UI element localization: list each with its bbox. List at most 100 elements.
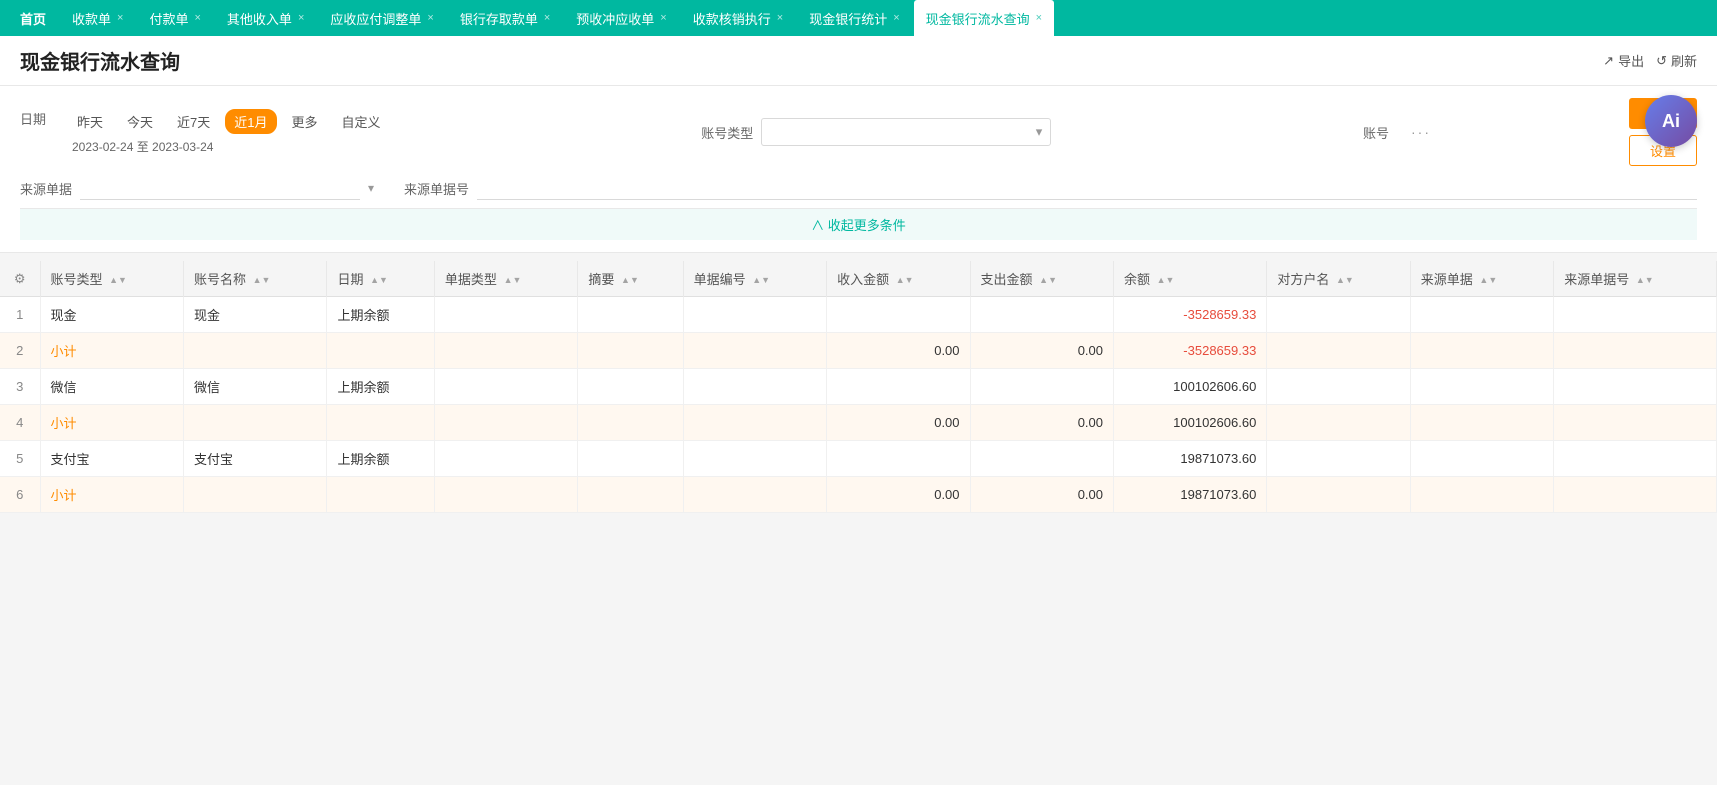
th-date[interactable]: 日期 ▲▼ bbox=[327, 261, 434, 297]
th-source-doc-label: 来源单据 bbox=[1421, 272, 1473, 287]
row-num: 4 bbox=[0, 405, 40, 441]
date-yesterday[interactable]: 昨天 bbox=[68, 109, 112, 134]
cell-expense bbox=[970, 441, 1113, 477]
cell-account-name bbox=[183, 333, 326, 369]
table-row[interactable]: 4小计0.000.00100102606.60 bbox=[0, 405, 1717, 441]
close-icon[interactable]: × bbox=[777, 12, 783, 24]
th-settings[interactable]: ⚙ bbox=[0, 261, 40, 297]
sort-icon-counterparty[interactable]: ▲▼ bbox=[1336, 276, 1354, 285]
close-icon[interactable]: × bbox=[544, 12, 550, 24]
cell-counterparty bbox=[1267, 477, 1410, 513]
cell-date bbox=[327, 477, 434, 513]
nav-tab-payment[interactable]: 付款单 × bbox=[137, 0, 212, 36]
th-doc-type[interactable]: 单据类型 ▲▼ bbox=[434, 261, 577, 297]
th-date-label: 日期 bbox=[337, 272, 363, 287]
source-doc-label: 来源单据 bbox=[20, 179, 72, 198]
sort-icon-account-name[interactable]: ▲▼ bbox=[253, 276, 271, 285]
table-row[interactable]: 5支付宝支付宝上期余额19871073.60 bbox=[0, 441, 1717, 477]
sort-icon-doc-type[interactable]: ▲▼ bbox=[504, 276, 522, 285]
cell-doc-type bbox=[434, 405, 577, 441]
cell-account-type: 小计 bbox=[40, 477, 183, 513]
export-icon: ↗ bbox=[1603, 53, 1614, 69]
ai-assistant-badge[interactable]: Ai bbox=[1645, 95, 1697, 147]
sort-icon-account-type[interactable]: ▲▼ bbox=[109, 276, 127, 285]
cell-balance: 19871073.60 bbox=[1114, 441, 1267, 477]
close-icon[interactable]: × bbox=[893, 12, 899, 24]
th-source-doc-no[interactable]: 来源单据号 ▲▼ bbox=[1554, 261, 1717, 297]
th-source-doc-no-label: 来源单据号 bbox=[1564, 272, 1629, 287]
cell-source-doc bbox=[1410, 405, 1553, 441]
cell-expense: 0.00 bbox=[970, 405, 1113, 441]
source-doc-input[interactable] bbox=[80, 176, 360, 200]
filter-area: 日期 昨天 今天 近7天 近1月 更多 自定义 2023-02-24 至 202… bbox=[0, 86, 1717, 253]
nav-tab-other-income[interactable]: 其他收入单 × bbox=[215, 0, 316, 36]
collapse-bar[interactable]: ∧ 收起更多条件 bbox=[20, 208, 1697, 240]
th-counterparty[interactable]: 对方户名 ▲▼ bbox=[1267, 261, 1410, 297]
export-button[interactable]: ↗ 导出 bbox=[1603, 51, 1644, 70]
sort-icon-doc-no[interactable]: ▲▼ bbox=[752, 276, 770, 285]
th-expense[interactable]: 支出金额 ▲▼ bbox=[970, 261, 1113, 297]
date-1month[interactable]: 近1月 bbox=[225, 109, 276, 134]
table-row[interactable]: 2小计0.000.00-3528659.33 bbox=[0, 333, 1717, 369]
nav-tab-home[interactable]: 首页 bbox=[8, 0, 58, 36]
cell-account-name bbox=[183, 405, 326, 441]
account-type-select[interactable]: ▾ bbox=[761, 118, 1051, 146]
nav-tab-adjustment[interactable]: 应收应付调整单 × bbox=[318, 0, 445, 36]
th-account-name[interactable]: 账号名称 ▲▼ bbox=[183, 261, 326, 297]
cell-doc-type bbox=[434, 477, 577, 513]
th-doc-type-label: 单据类型 bbox=[445, 272, 497, 287]
close-icon[interactable]: × bbox=[660, 12, 666, 24]
export-label: 导出 bbox=[1618, 51, 1644, 70]
th-doc-no[interactable]: 单据编号 ▲▼ bbox=[683, 261, 826, 297]
close-icon[interactable]: × bbox=[298, 12, 304, 24]
date-7days[interactable]: 近7天 bbox=[168, 109, 219, 134]
th-balance[interactable]: 余额 ▲▼ bbox=[1114, 261, 1267, 297]
row-num: 5 bbox=[0, 441, 40, 477]
sort-icon-summary[interactable]: ▲▼ bbox=[621, 276, 639, 285]
account-ellipsis[interactable]: ··· bbox=[1411, 124, 1431, 140]
nav-tab-prepay[interactable]: 预收冲应收单 × bbox=[564, 0, 678, 36]
cell-doc-no bbox=[683, 477, 826, 513]
close-icon[interactable]: × bbox=[427, 12, 433, 24]
chevron-down-icon[interactable]: ▾ bbox=[368, 181, 374, 195]
table-row[interactable]: 1现金现金上期余额-3528659.33 bbox=[0, 297, 1717, 333]
cell-expense: 0.00 bbox=[970, 333, 1113, 369]
th-source-doc[interactable]: 来源单据 ▲▼ bbox=[1410, 261, 1553, 297]
source-doc-num-input[interactable] bbox=[477, 176, 1697, 200]
refresh-button[interactable]: ↺ 刷新 bbox=[1656, 51, 1697, 70]
nav-tab-settlement[interactable]: 收款核销执行 × bbox=[681, 0, 795, 36]
close-icon[interactable]: × bbox=[1036, 12, 1042, 24]
date-today[interactable]: 今天 bbox=[118, 109, 162, 134]
sort-icon-expense[interactable]: ▲▼ bbox=[1039, 276, 1057, 285]
cell-balance: 100102606.60 bbox=[1114, 369, 1267, 405]
nav-tab-flow-query[interactable]: 现金银行流水查询 × bbox=[914, 0, 1054, 36]
cell-date: 上期余额 bbox=[327, 369, 434, 405]
th-account-type[interactable]: 账号类型 ▲▼ bbox=[40, 261, 183, 297]
cell-source-doc bbox=[1410, 369, 1553, 405]
cell-counterparty bbox=[1267, 405, 1410, 441]
date-custom[interactable]: 自定义 bbox=[333, 109, 390, 134]
nav-tab-bank-stats[interactable]: 现金银行统计 × bbox=[797, 0, 911, 36]
close-icon[interactable]: × bbox=[117, 12, 123, 24]
row-num: 2 bbox=[0, 333, 40, 369]
sort-icon-date[interactable]: ▲▼ bbox=[370, 276, 388, 285]
nav-tab-receipt[interactable]: 收款单 × bbox=[60, 0, 135, 36]
sort-icon-income[interactable]: ▲▼ bbox=[896, 276, 914, 285]
data-table-container: ⚙ 账号类型 ▲▼ 账号名称 ▲▼ 日期 ▲▼ 单据类型 ▲▼ bbox=[0, 261, 1717, 513]
sort-icon-source-doc-no[interactable]: ▲▼ bbox=[1636, 276, 1654, 285]
th-counterparty-label: 对方户名 bbox=[1277, 272, 1329, 287]
cell-doc-type bbox=[434, 333, 577, 369]
date-more[interactable]: 更多 bbox=[283, 109, 327, 134]
table-row[interactable]: 3微信微信上期余额100102606.60 bbox=[0, 369, 1717, 405]
tab-label: 现金银行流水查询 bbox=[926, 9, 1030, 28]
sort-icon-balance[interactable]: ▲▼ bbox=[1157, 276, 1175, 285]
cell-source-doc-no bbox=[1554, 441, 1717, 477]
close-icon[interactable]: × bbox=[194, 12, 200, 24]
filter-row-date: 日期 昨天 今天 近7天 近1月 更多 自定义 2023-02-24 至 202… bbox=[20, 98, 1697, 166]
th-income[interactable]: 收入金额 ▲▼ bbox=[827, 261, 970, 297]
cell-doc-no bbox=[683, 297, 826, 333]
nav-tab-bank-deposit[interactable]: 银行存取款单 × bbox=[448, 0, 562, 36]
th-summary[interactable]: 摘要 ▲▼ bbox=[578, 261, 683, 297]
sort-icon-source-doc[interactable]: ▲▼ bbox=[1479, 276, 1497, 285]
table-row[interactable]: 6小计0.000.0019871073.60 bbox=[0, 477, 1717, 513]
